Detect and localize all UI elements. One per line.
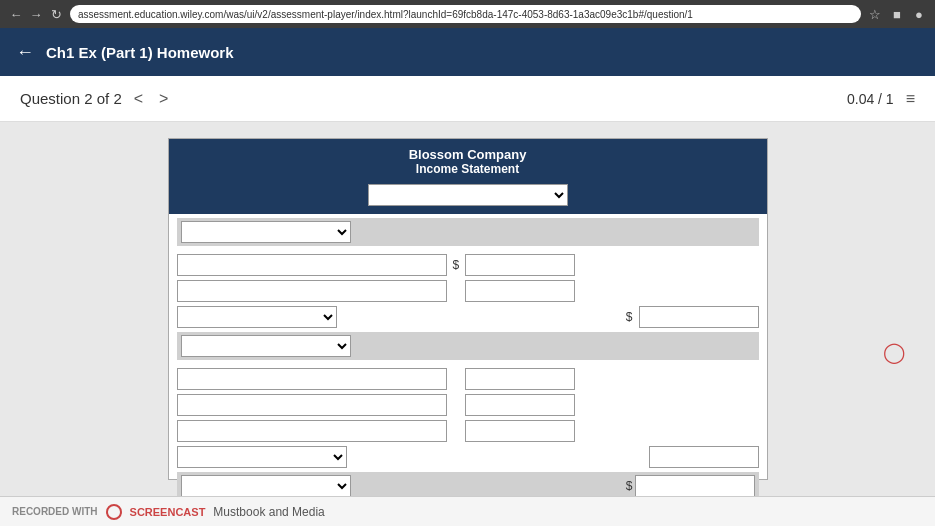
bookmark-icon[interactable]: ☆ [867,6,883,22]
bottom-bar: RECORDED WITH SCREENCAST Mustbook and Me… [0,496,935,526]
main-content: Blossom Company Income Statement $ [0,122,935,496]
row-9 [177,394,759,416]
row-3: $ [177,254,759,276]
forward-button[interactable]: → [28,6,44,22]
browser-bar: ← → ↻ assessment.education.wiley.com/was… [0,0,935,28]
row12-dollar-sign: $ [626,479,633,493]
row-10 [177,420,759,442]
row8-value-input[interactable] [465,368,575,390]
statement-type: Income Statement [173,162,763,176]
row-11 [177,446,759,468]
app-title: Ch1 Ex (Part 1) Homework [46,44,234,61]
row-5: $ [177,306,759,328]
row6-dropdown[interactable] [181,335,351,357]
row3-dollar-sign: $ [453,258,460,272]
row-8 [177,368,759,390]
header-dropdown-row [169,180,767,214]
reload-button[interactable]: ↻ [48,6,64,22]
row-4 [177,280,759,302]
back-arrow-icon: ← [16,42,34,63]
company-name: Blossom Company [173,147,763,162]
question-navigation: Question 2 of 2 < > [20,88,172,110]
row3-value-input[interactable] [465,254,575,276]
help-icon[interactable]: ◯ [883,340,905,364]
row9-label-input[interactable] [177,394,447,416]
row12-value-input[interactable] [635,475,755,496]
screencast-record-icon [106,504,122,520]
question-label: Question 2 of 2 [20,90,122,107]
browser-nav: ← → ↻ [8,6,64,22]
row10-label-input[interactable] [177,420,447,442]
row-6-shaded [177,332,759,360]
row4-label-input[interactable] [177,280,447,302]
score-text: 0.04 / 1 [847,91,894,107]
row8-label-input[interactable] [177,368,447,390]
row1-dropdown[interactable] [181,221,351,243]
question-bar: Question 2 of 2 < > 0.04 / 1 ≡ [0,76,935,122]
row12-dropdown[interactable] [181,475,351,496]
row-1-shaded [177,218,759,246]
back-to-course-button[interactable]: ← [16,42,34,63]
next-question-button[interactable]: > [155,88,172,110]
app-header: ← Ch1 Ex (Part 1) Homework [0,28,935,76]
row10-value-input[interactable] [465,420,575,442]
score-area: 0.04 / 1 ≡ [847,90,915,108]
row5-value-input[interactable] [639,306,759,328]
period-dropdown[interactable] [368,184,568,206]
url-bar[interactable]: assessment.education.wiley.com/was/ui/v2… [70,5,861,23]
row9-value-input[interactable] [465,394,575,416]
row5-dropdown[interactable] [177,306,337,328]
menu-icon[interactable]: ≡ [906,90,915,108]
table-body: $ $ [169,214,767,496]
income-statement-table: Blossom Company Income Statement $ [168,138,768,480]
url-text: assessment.education.wiley.com/was/ui/v2… [78,9,693,20]
bottom-bar-suffix: Mustbook and Media [213,505,324,519]
row3-label-input[interactable] [177,254,447,276]
screencast-app-label: SCREENCAST [130,506,206,518]
back-button[interactable]: ← [8,6,24,22]
row11-value-input[interactable] [649,446,759,468]
profile-icon[interactable]: ● [911,6,927,22]
extensions-icon[interactable]: ■ [889,6,905,22]
row-12-shaded: $ [177,472,759,496]
income-header: Blossom Company Income Statement [169,139,767,180]
screencast-recorded-label: RECORDED WITH [12,506,98,517]
row5-dollar-sign: $ [626,310,633,324]
prev-question-button[interactable]: < [130,88,147,110]
row4-value-input[interactable] [465,280,575,302]
row11-dropdown[interactable] [177,446,347,468]
